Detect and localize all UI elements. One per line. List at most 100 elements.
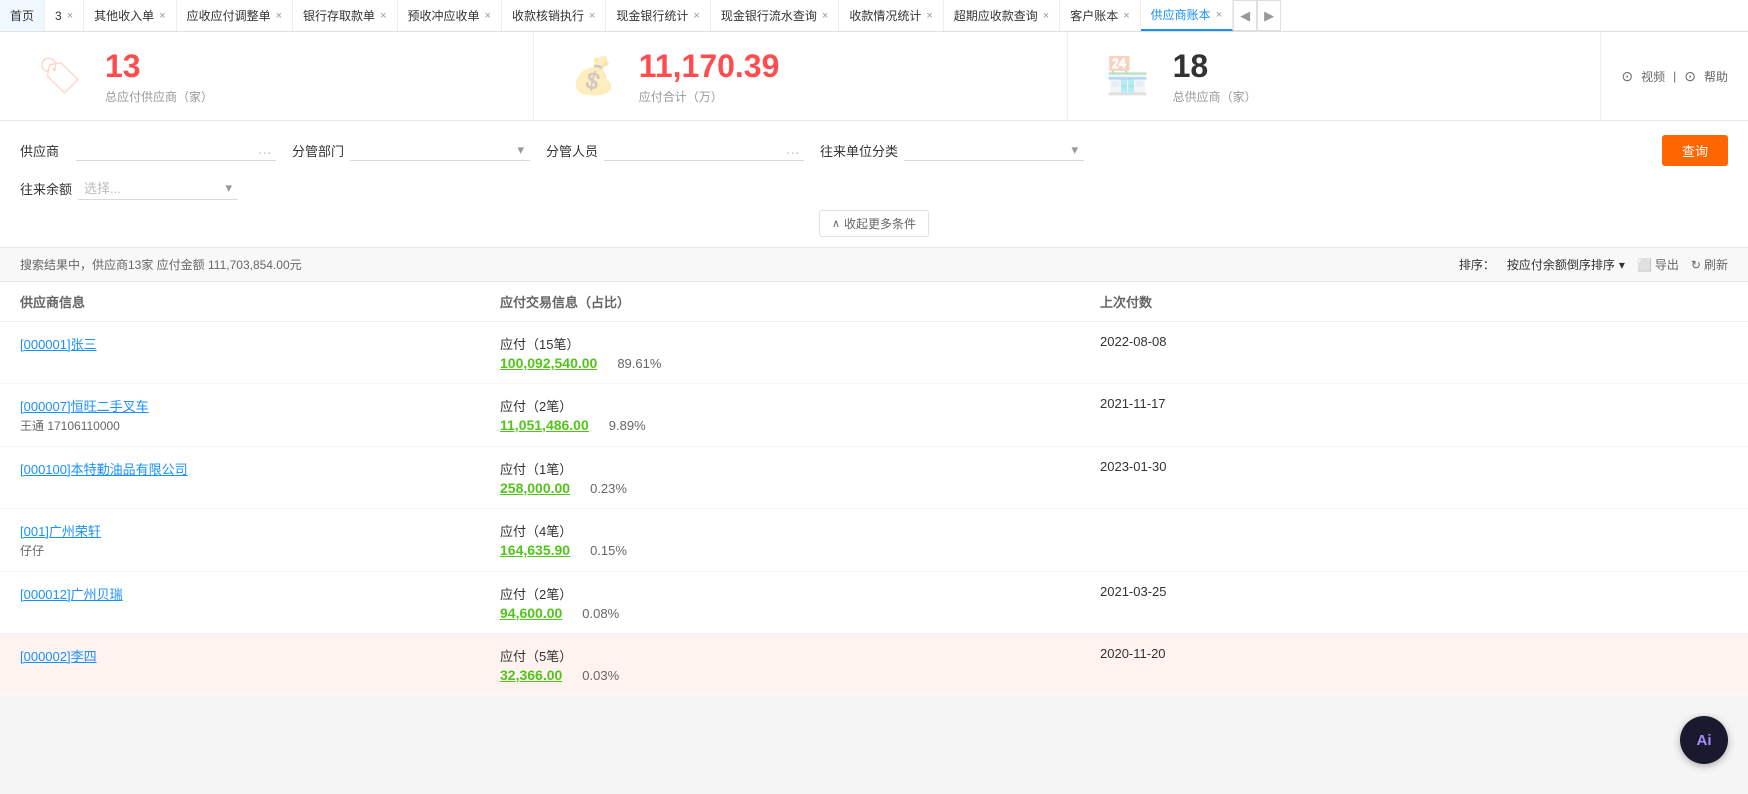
- supplier-link-5[interactable]: [000002]李四: [20, 646, 500, 665]
- payable-amount-3[interactable]: 164,635.90: [500, 542, 570, 558]
- supplier-cell-4: [000012]广州贝瑞: [20, 584, 500, 603]
- person-dots[interactable]: ...: [786, 141, 799, 159]
- nav-label-ar-adjust: 应收应付调整单: [187, 7, 271, 24]
- sort-chevron-icon: ▾: [1619, 258, 1625, 272]
- payable-amount-0[interactable]: 100,092,540.00: [500, 355, 597, 371]
- payable-count-1: 应付（2笔）: [500, 396, 1100, 415]
- supplier-cell-5: [000002]李四: [20, 646, 500, 665]
- supplier-input[interactable]: [76, 141, 256, 160]
- supplier-link-1[interactable]: [000007]恒旺二手叉车: [20, 396, 500, 415]
- nav-item-other-income[interactable]: 其他收入单 ×: [84, 0, 176, 31]
- lastpay-date-4: 2021-03-25: [1100, 584, 1167, 599]
- dept-select[interactable]: ▾: [350, 140, 530, 161]
- nav-item-bank-deposit[interactable]: 银行存取款单 ×: [293, 0, 397, 31]
- payable-percent-5: 0.03%: [582, 668, 619, 683]
- summary-card-payable-suppliers: 🏷 13 总应付供应商（家）: [0, 32, 534, 120]
- payable-row-2: 258,000.00 0.23%: [500, 478, 1100, 496]
- nav-item-ar-adjust[interactable]: 应收应付调整单 ×: [177, 0, 293, 31]
- nav-item-overdue[interactable]: 超期应收款查询 ×: [944, 0, 1060, 31]
- nav-item-3[interactable]: 3 ×: [45, 0, 84, 31]
- dept-chevron-icon: ▾: [517, 142, 524, 158]
- supplier-link-2[interactable]: [000100]本特勤油品有限公司: [20, 459, 500, 478]
- balance-label: 往来余额: [20, 179, 72, 198]
- person-input[interactable]: [604, 141, 784, 160]
- filter-dept: 分管部门 ▾: [292, 140, 530, 161]
- summary-icon-money: 💰: [564, 46, 624, 106]
- nav-item-cash-flow[interactable]: 现金银行流水查询 ×: [711, 0, 839, 31]
- nav-close-collection-stat[interactable]: ×: [926, 10, 932, 22]
- table-row: [000100]本特勤油品有限公司 应付（1笔） 258,000.00 0.23…: [0, 447, 1748, 509]
- nav-close-supplier-ledger[interactable]: ×: [1216, 9, 1222, 21]
- payable-cell-2: 应付（1笔） 258,000.00 0.23%: [500, 459, 1100, 496]
- collapse-button[interactable]: ∧ 收起更多条件: [819, 210, 929, 237]
- nav-close-prepay[interactable]: ×: [485, 10, 491, 22]
- payable-count-5: 应付（5笔）: [500, 646, 1100, 665]
- circle-icon: ⊙: [1621, 68, 1633, 85]
- refresh-button[interactable]: ↻ 刷新: [1691, 256, 1728, 273]
- filter-category: 往来单位分类 ▾: [820, 140, 1084, 161]
- nav-item-prepay[interactable]: 预收冲应收单 ×: [398, 0, 502, 31]
- results-summary: 搜索结果中，供应商13家 应付金额 111,703,854.00元: [20, 256, 302, 273]
- supplier-cell-0: [000001]张三: [20, 334, 500, 353]
- payable-suppliers-number: 13: [105, 47, 213, 85]
- main-table: 供应商信息 应付交易信息（占比） 上次付数 [000001]张三 应付（15笔）…: [0, 282, 1748, 696]
- circle-icon2: ⊙: [1684, 68, 1696, 85]
- lastpay-date-5: 2020-11-20: [1100, 646, 1166, 661]
- separator: |: [1673, 69, 1676, 83]
- payable-count-2: 应付（1笔）: [500, 459, 1100, 478]
- supplier-link-0[interactable]: [000001]张三: [20, 334, 500, 353]
- nav-close-customer-ledger[interactable]: ×: [1123, 10, 1129, 22]
- nav-close-ar-adjust[interactable]: ×: [276, 10, 282, 22]
- nav-label-other-income: 其他收入单: [94, 7, 154, 24]
- nav-next-button[interactable]: ▶: [1257, 0, 1281, 31]
- nav-item-collection[interactable]: 收款核销执行 ×: [502, 0, 606, 31]
- payable-percent-3: 0.15%: [590, 543, 627, 558]
- help-link[interactable]: 帮助: [1704, 68, 1728, 85]
- payable-amount-4[interactable]: 94,600.00: [500, 605, 562, 621]
- nav-item-collection-stat[interactable]: 收款情况统计 ×: [839, 0, 943, 31]
- supplier-link-4[interactable]: [000012]广州贝瑞: [20, 584, 500, 603]
- balance-select[interactable]: 选择... ▾: [78, 176, 238, 200]
- nav-label-supplier-ledger: 供应商账本: [1151, 6, 1211, 23]
- nav-label-collection-stat: 收款情况统计: [849, 7, 921, 24]
- export-button[interactable]: ⬜ 导出: [1637, 256, 1679, 273]
- nav-close-cash-stat[interactable]: ×: [693, 10, 699, 22]
- supplier-link-3[interactable]: [001]广州荣轩: [20, 521, 500, 540]
- nav-close-cash-flow[interactable]: ×: [822, 10, 828, 22]
- nav-label-3: 3: [55, 9, 62, 23]
- nav-prev-button[interactable]: ◀: [1233, 0, 1257, 31]
- lastpay-cell-2: 2023-01-30: [1100, 459, 1728, 474]
- payable-suppliers-label: 总应付供应商（家）: [105, 88, 213, 105]
- sort-select[interactable]: 按应付余额倒序排序 ▾: [1507, 256, 1625, 273]
- summary-card-payable-total: 💰 11,170.39 应付合计（万）: [534, 32, 1068, 120]
- lastpay-cell-0: 2022-08-08: [1100, 334, 1728, 349]
- payable-amount-5[interactable]: 32,366.00: [500, 667, 562, 683]
- payable-amount-2[interactable]: 258,000.00: [500, 480, 570, 496]
- filter-person: 分管人员 ...: [546, 141, 804, 161]
- ai-assistant-button[interactable]: Ai: [1680, 716, 1728, 764]
- category-select[interactable]: ▾: [904, 140, 1084, 161]
- nav-item-customer-ledger[interactable]: 客户账本 ×: [1060, 0, 1140, 31]
- supplier-dots[interactable]: ...: [258, 141, 271, 159]
- payable-amount-1[interactable]: 11,051,486.00: [500, 417, 589, 433]
- payable-count-0: 应付（15笔）: [500, 334, 1100, 353]
- supplier-sub-3: 仔仔: [20, 542, 500, 559]
- nav-close-other-income[interactable]: ×: [159, 10, 165, 22]
- nav-item-cash-stat[interactable]: 现金银行统计 ×: [606, 0, 710, 31]
- nav-item-home[interactable]: 首页: [0, 0, 45, 31]
- nav-label-home: 首页: [10, 7, 34, 24]
- payable-count-4: 应付（2笔）: [500, 584, 1100, 603]
- nav-close-overdue[interactable]: ×: [1043, 10, 1049, 22]
- summary-content-payable: 13 总应付供应商（家）: [105, 47, 213, 104]
- nav-close-bank-deposit[interactable]: ×: [380, 10, 386, 22]
- query-button[interactable]: 查询: [1662, 135, 1728, 166]
- video-link[interactable]: 视频: [1641, 68, 1665, 85]
- nav-item-supplier-ledger[interactable]: 供应商账本 ×: [1141, 0, 1233, 31]
- nav-close-3[interactable]: ×: [67, 10, 73, 22]
- filter-balance: 往来余额 选择... ▾: [20, 176, 238, 200]
- summary-content-total-suppliers: 18 总供应商（家）: [1173, 47, 1257, 104]
- payable-count-3: 应付（4笔）: [500, 521, 1100, 540]
- collapse-icon: ∧: [832, 217, 840, 230]
- results-bar: 搜索结果中，供应商13家 应付金额 111,703,854.00元 排序： 按应…: [0, 248, 1748, 282]
- nav-close-collection[interactable]: ×: [589, 10, 595, 22]
